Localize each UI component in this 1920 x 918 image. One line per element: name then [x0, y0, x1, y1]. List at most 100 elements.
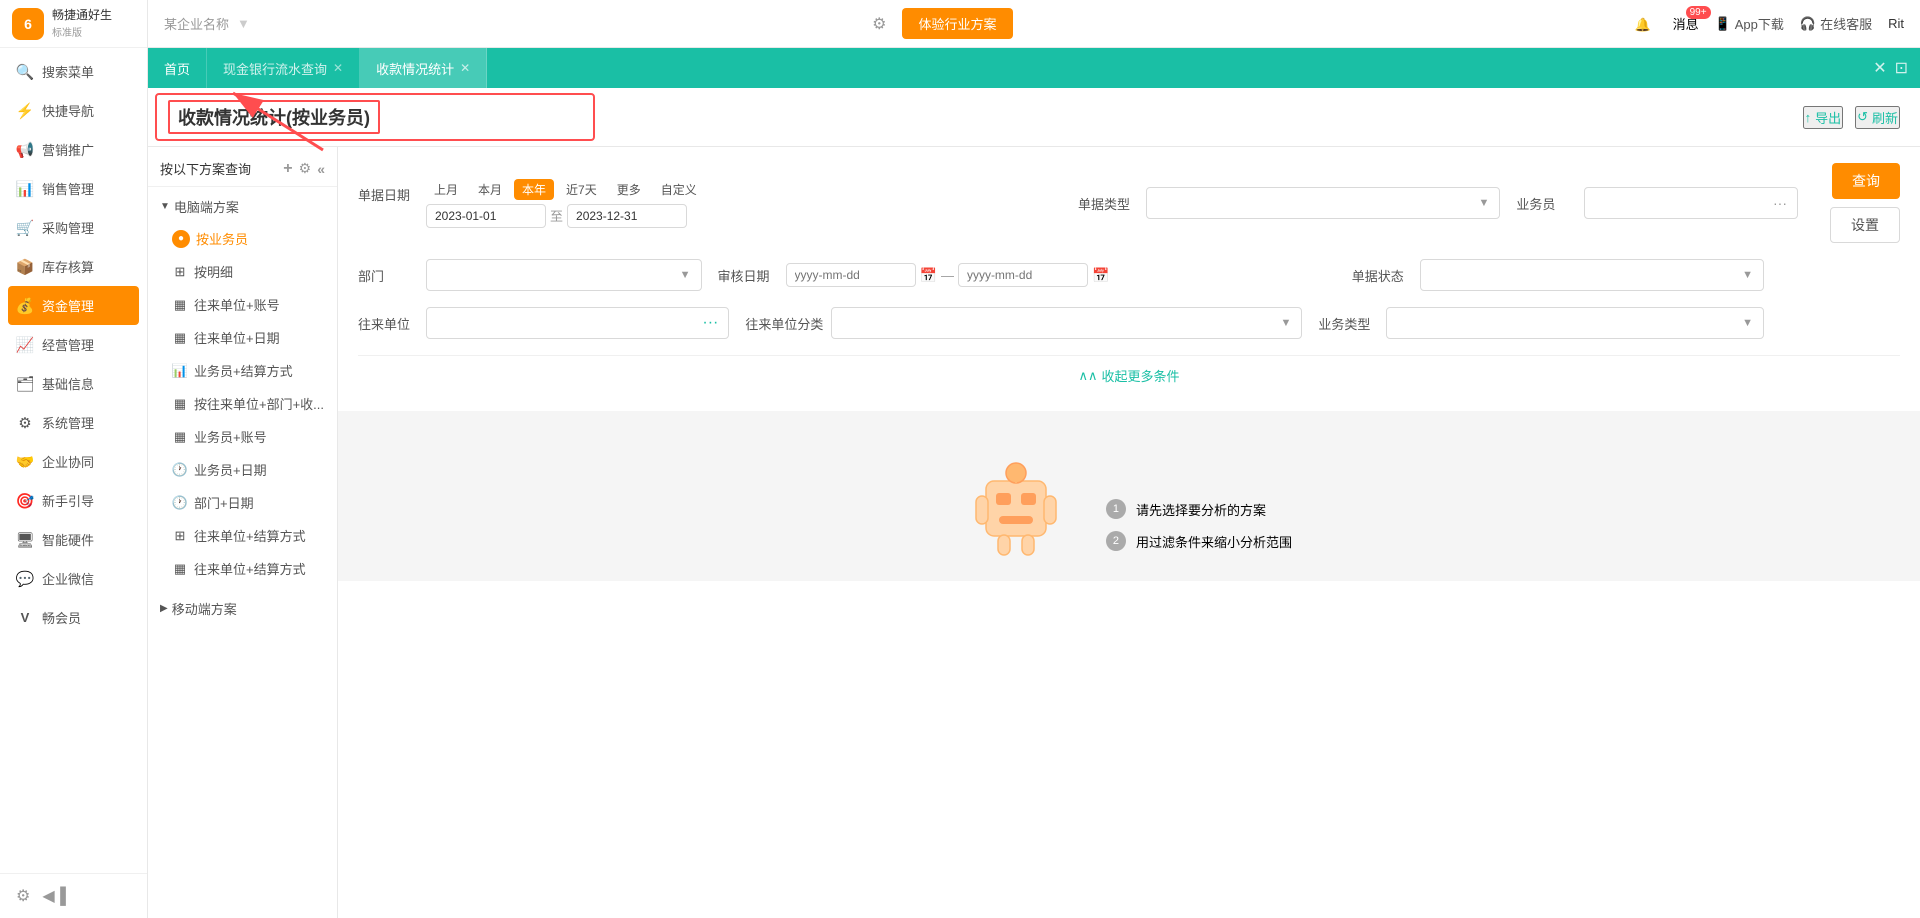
scheme-item-dept-date[interactable]: 🕐 部门+日期 — [148, 486, 337, 519]
scheme-item-unit-account[interactable]: ▦ 往来单位+账号 — [148, 288, 337, 321]
date-tab-last-month[interactable]: 上月 — [426, 179, 466, 200]
biz-type-dropdown[interactable]: ▼ — [1386, 307, 1764, 339]
date-from-input[interactable] — [426, 204, 546, 228]
mobile-group-label: 移动端方案 — [172, 599, 237, 618]
scheme-item-salesperson-settle[interactable]: 📊 业务员+结算方式 — [148, 354, 337, 387]
scheme-item-unit-dept-collect[interactable]: ▦ 按往来单位+部门+收... — [148, 387, 337, 420]
review-date-to-input[interactable] — [958, 263, 1088, 287]
scheme-settings-icon[interactable]: ⚙ — [299, 160, 312, 177]
sidebar-item-search[interactable]: 🔍 搜索菜单 — [0, 52, 147, 91]
desktop-group-header[interactable]: ▼ 电脑端方案 — [148, 191, 337, 222]
sidebar-item-purchase[interactable]: 🛒 采购管理 — [0, 208, 147, 247]
refresh-btn[interactable]: ↺ 刷新 — [1855, 106, 1900, 129]
sidebar-item-sales[interactable]: 📊 销售管理 — [0, 169, 147, 208]
sidebar-label-wechat: 企业微信 — [42, 569, 94, 588]
dept-dropdown[interactable]: ▼ — [426, 259, 702, 291]
empty-state-area: 1 请先选择要分析的方案 2 用过滤条件来缩小分析范围 — [338, 411, 1920, 581]
scheme-item-unit-settle2[interactable]: ▦ 往来单位+结算方式 — [148, 552, 337, 585]
header-gear-icon[interactable]: ⚙ — [872, 14, 886, 34]
sidebar-item-hardware[interactable]: 🖥 智能硬件 — [0, 520, 147, 559]
tab-collection-stat-label: 收款情况统计 — [376, 59, 454, 78]
scheme-collapse-icon[interactable]: « — [317, 161, 325, 177]
date-separator: 至 — [550, 206, 563, 225]
tab-collection-stat[interactable]: 收款情况统计 ✕ — [360, 48, 487, 88]
counterpart-cat-dropdown[interactable]: ▼ — [831, 307, 1302, 339]
tab-maximize-icon[interactable]: ⊡ — [1895, 58, 1908, 78]
sidebar-label-guide: 新手引导 — [42, 491, 94, 510]
scheme-item-by-salesperson[interactable]: ● 按业务员 — [148, 222, 337, 255]
scheme-item-salesperson-date[interactable]: 🕐 业务员+日期 — [148, 453, 337, 486]
app-download-btn[interactable]: 📱 App下载 — [1715, 14, 1784, 33]
sidebar-item-marketing[interactable]: 📢 营销推广 — [0, 130, 147, 169]
collapse-bar[interactable]: ∧∧ 收起更多条件 — [358, 355, 1900, 395]
breadcrumb: 某企业名称 — [164, 14, 229, 33]
tab-bank-flow[interactable]: 现金银行流水查询 ✕ — [207, 48, 360, 88]
sidebar-label-sales: 销售管理 — [42, 179, 94, 198]
salesperson-dropdown[interactable]: ··· — [1584, 187, 1798, 219]
doc-status-dropdown[interactable]: ▼ — [1420, 259, 1764, 291]
sidebar-item-operation[interactable]: 📈 经营管理 — [0, 325, 147, 364]
sidebar-item-quicknav[interactable]: ⚡ 快捷导航 — [0, 91, 147, 130]
date-tab-this-month[interactable]: 本月 — [470, 179, 510, 200]
tab-bank-flow-close[interactable]: ✕ — [333, 61, 343, 75]
scheme-grid-icon: ⊞ — [172, 264, 188, 280]
counterpart-dots-icon[interactable]: ··· — [702, 314, 718, 332]
mobile-scheme-group: ▶ 移动端方案 — [148, 589, 337, 628]
date-label: 单据日期 — [358, 179, 418, 204]
date-tab-more[interactable]: 更多 — [609, 179, 649, 200]
tab-controls: ✕ ⊡ — [1861, 48, 1920, 88]
doc-type-dropdown[interactable]: ▼ — [1146, 187, 1500, 219]
scheme-item-unit-date[interactable]: ▦ 往来单位+日期 — [148, 321, 337, 354]
dept-field: 部门 ▼ — [358, 259, 702, 291]
review-from-calendar-icon[interactable]: 📅 — [920, 267, 937, 284]
sidebar-item-base[interactable]: 🗂 基础信息 — [0, 364, 147, 403]
scheme-clock-icon-1: 🕐 — [172, 462, 188, 478]
date-tab-last7[interactable]: 近7天 — [558, 179, 605, 200]
review-to-calendar-icon[interactable]: 📅 — [1092, 267, 1109, 284]
tab-home[interactable]: 首页 — [148, 48, 207, 88]
desktop-scheme-group: ▼ 电脑端方案 ● 按业务员 ⊞ 按明细 ▦ 往来单位+账号 ▦ 往 — [148, 187, 337, 589]
collapse-arrow-icon: ∧∧ — [1078, 368, 1097, 384]
sidebar-settings-icon[interactable]: ⚙ — [16, 886, 30, 906]
message-btn[interactable]: 🔔 99+ 消息 — [1635, 14, 1699, 33]
sidebar-item-finance[interactable]: 💰 资金管理 — [8, 286, 139, 325]
scheme-item-unit-settle1[interactable]: ⊞ 往来单位+结算方式 — [148, 519, 337, 552]
sidebar-label-system: 系统管理 — [42, 413, 94, 432]
filter-row-2: 部门 ▼ 审核日期 📅 — — [358, 259, 1900, 291]
logo-area: 6 畅捷通好生 标准版 — [0, 0, 147, 48]
scheme-item-by-detail[interactable]: ⊞ 按明细 — [148, 255, 337, 288]
settings-btn[interactable]: 设置 — [1830, 207, 1900, 243]
date-tab-custom[interactable]: 自定义 — [653, 179, 705, 200]
export-label: 导出 — [1815, 108, 1841, 127]
trial-btn[interactable]: 体验行业方案 — [902, 8, 1012, 39]
sidebar-item-member[interactable]: V 畅会员 — [0, 598, 147, 637]
counterpart-input[interactable]: ··· — [426, 307, 729, 339]
online-service-label: 在线客服 — [1820, 14, 1872, 33]
online-service-btn[interactable]: 🎧 在线客服 — [1800, 14, 1872, 33]
query-btn[interactable]: 查询 — [1832, 163, 1900, 199]
guide-icon: 🎯 — [16, 492, 34, 510]
sales-icon: 📊 — [16, 180, 34, 198]
doc-status-arrow: ▼ — [1742, 269, 1753, 281]
review-date-from-input[interactable] — [786, 263, 916, 287]
tab-close-all-icon[interactable]: ✕ — [1873, 58, 1886, 78]
sidebar-item-guide[interactable]: 🎯 新手引导 — [0, 481, 147, 520]
sidebar-collapse-icon[interactable]: ◀▐ — [42, 886, 66, 906]
scheme-add-icon[interactable]: + — [283, 160, 292, 178]
review-date-label: 审核日期 — [718, 266, 778, 285]
sidebar-item-inventory[interactable]: 📦 库存核算 — [0, 247, 147, 286]
filter-body: 单据日期 上月 本月 本年 近7天 更多 自定义 — [338, 147, 1920, 411]
scheme-grid-icon-2: ⊞ — [172, 528, 188, 544]
date-tab-this-year[interactable]: 本年 — [514, 179, 554, 200]
sidebar-label-finance: 资金管理 — [42, 296, 94, 315]
sidebar-item-system[interactable]: ⚙ 系统管理 — [0, 403, 147, 442]
sidebar-item-wechat[interactable]: 💬 企业微信 — [0, 559, 147, 598]
sidebar-item-corp[interactable]: 🤝 企业协同 — [0, 442, 147, 481]
tab-collection-stat-close[interactable]: ✕ — [460, 61, 470, 75]
mobile-group-header[interactable]: ▶ 移动端方案 — [148, 593, 337, 624]
scheme-item-salesperson-account[interactable]: ▦ 业务员+账号 — [148, 420, 337, 453]
user-name[interactable]: Rit — [1888, 16, 1904, 31]
salesperson-more-icon[interactable]: ··· — [1773, 195, 1787, 211]
export-btn[interactable]: ↑ 导出 — [1803, 106, 1844, 129]
date-to-input[interactable] — [567, 204, 687, 228]
